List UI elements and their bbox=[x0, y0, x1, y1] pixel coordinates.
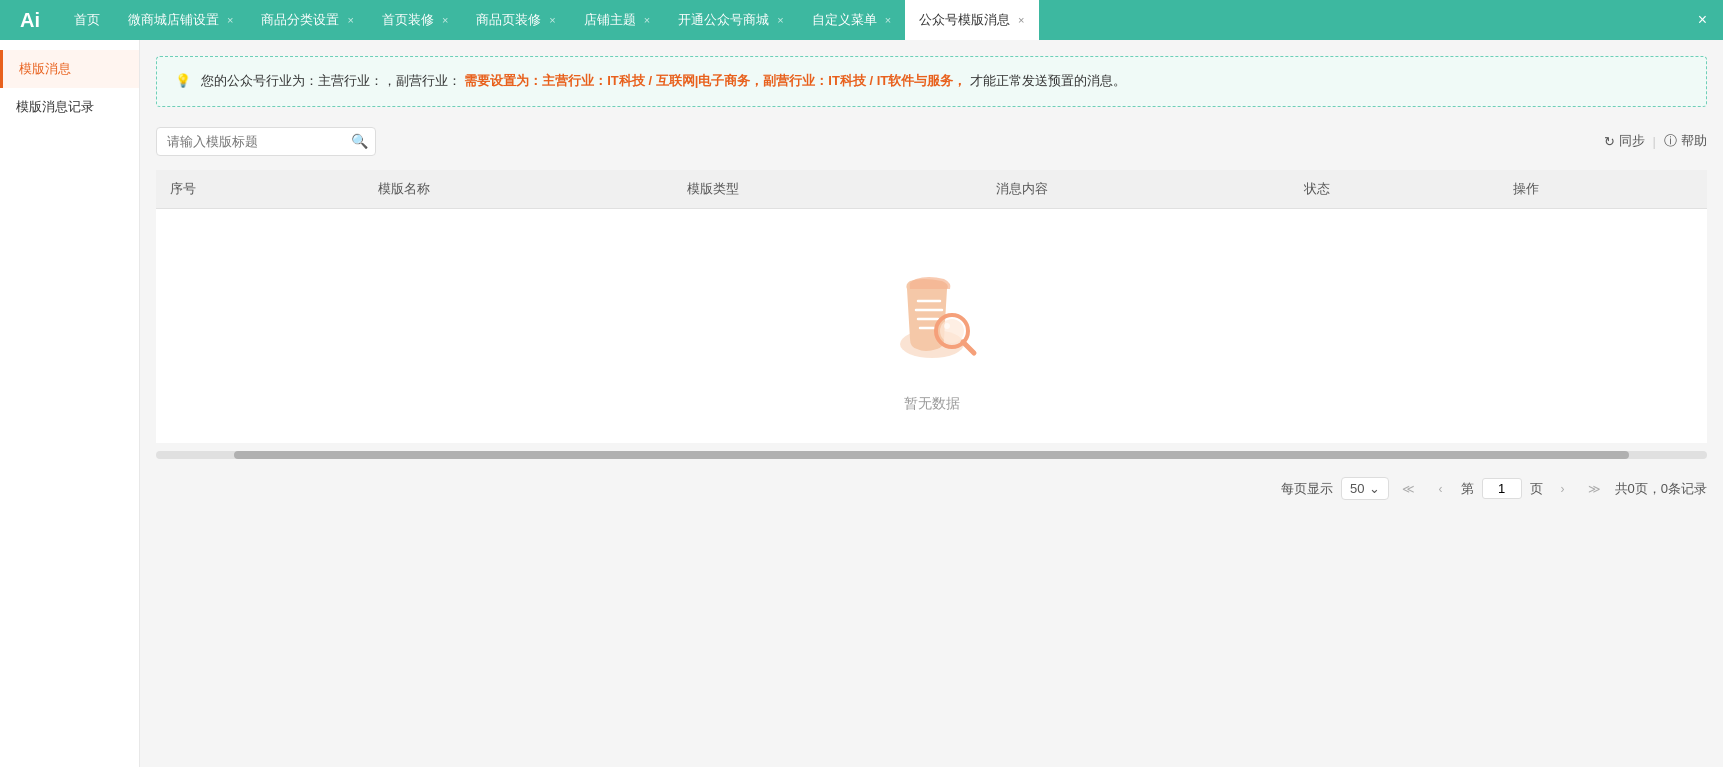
horizontal-scrollbar[interactable] bbox=[156, 451, 1707, 459]
tab-home[interactable]: 首页 bbox=[60, 0, 114, 40]
tab-bar: 首页微商城店铺设置×商品分类设置×首页装修×商品页装修×店铺主题×开通公众号商城… bbox=[60, 0, 1682, 40]
empty-state: 暂无数据 bbox=[156, 209, 1707, 443]
svg-point-6 bbox=[940, 319, 964, 343]
page-size-label: 每页显示 bbox=[1281, 480, 1333, 498]
divider: | bbox=[1653, 134, 1656, 149]
tab-close-shop-theme[interactable]: × bbox=[644, 14, 650, 26]
content-area: 💡 您的公众号行业为：主营行业：，副营行业： 需要设置为：主营行业：IT科技 /… bbox=[140, 40, 1723, 767]
tab-close-template-msg[interactable]: × bbox=[1018, 14, 1024, 26]
logo: Ai bbox=[0, 0, 60, 40]
col-header-seq: 序号 bbox=[156, 170, 364, 209]
sidebar-item-template-msg-record[interactable]: 模版消息记录 bbox=[0, 88, 139, 126]
prev-page-button[interactable]: ‹ bbox=[1429, 477, 1453, 501]
tab-close-open-mall[interactable]: × bbox=[777, 14, 783, 26]
scrollbar-thumb[interactable] bbox=[234, 451, 1630, 459]
main-layout: 模版消息模版消息记录 💡 您的公众号行业为：主营行业：，副营行业： 需要设置为：… bbox=[0, 40, 1723, 767]
empty-illustration bbox=[872, 259, 992, 379]
tab-category-setting[interactable]: 商品分类设置× bbox=[247, 0, 367, 40]
logo-text: Ai bbox=[20, 9, 40, 32]
help-label: 帮助 bbox=[1681, 132, 1707, 150]
page-number-input[interactable] bbox=[1482, 478, 1522, 499]
search-bar: 🔍 ↻ 同步 | ⓘ 帮助 bbox=[156, 127, 1707, 156]
top-nav: Ai 首页微商城店铺设置×商品分类设置×首页装修×商品页装修×店铺主题×开通公众… bbox=[0, 0, 1723, 40]
table-body: 暂无数据 bbox=[156, 208, 1707, 443]
page-suffix: 页 bbox=[1530, 480, 1543, 498]
col-header-type: 模版类型 bbox=[673, 170, 982, 209]
tab-open-mall[interactable]: 开通公众号商城× bbox=[664, 0, 797, 40]
sync-icon: ↻ bbox=[1604, 134, 1615, 149]
sidebar-item-template-msg[interactable]: 模版消息 bbox=[0, 50, 139, 88]
scrollbar-track bbox=[156, 451, 1707, 459]
pagination: 每页显示 50 ⌄ ≪ ‹ 第 页 › ≫ 共0页，0条记录 bbox=[156, 467, 1707, 505]
tab-close-product-decor[interactable]: × bbox=[549, 14, 555, 26]
help-icon: ⓘ bbox=[1664, 132, 1677, 150]
tab-close-category-setting[interactable]: × bbox=[347, 14, 353, 26]
help-button[interactable]: ⓘ 帮助 bbox=[1664, 132, 1707, 150]
notice-prefix: 您的公众号行业为：主营行业：，副营行业： bbox=[201, 73, 461, 88]
page-size-value: 50 bbox=[1350, 481, 1364, 496]
search-input-wrap: 🔍 bbox=[156, 127, 376, 156]
search-input[interactable] bbox=[156, 127, 376, 156]
bulb-icon: 💡 bbox=[175, 73, 191, 88]
svg-point-8 bbox=[944, 323, 950, 329]
col-header-status: 状态 bbox=[1290, 170, 1498, 209]
data-table: 序号模版名称模版类型消息内容状态操作 bbox=[156, 170, 1707, 443]
tab-close-custom-menu[interactable]: × bbox=[885, 14, 891, 26]
tab-close-home-decor[interactable]: × bbox=[442, 14, 448, 26]
col-header-name: 模版名称 bbox=[364, 170, 673, 209]
empty-row: 暂无数据 bbox=[156, 208, 1707, 443]
tab-shop-setting[interactable]: 微商城店铺设置× bbox=[114, 0, 247, 40]
tab-shop-theme[interactable]: 店铺主题× bbox=[570, 0, 664, 40]
sidebar: 模版消息模版消息记录 bbox=[0, 40, 140, 767]
tab-home-decor[interactable]: 首页装修× bbox=[368, 0, 462, 40]
tab-product-decor[interactable]: 商品页装修× bbox=[462, 0, 569, 40]
col-header-action: 操作 bbox=[1499, 170, 1707, 209]
tab-custom-menu[interactable]: 自定义菜单× bbox=[798, 0, 905, 40]
search-icon[interactable]: 🔍 bbox=[351, 133, 368, 149]
search-bar-left: 🔍 bbox=[156, 127, 376, 156]
next-page-button[interactable]: › bbox=[1551, 477, 1575, 501]
first-page-button[interactable]: ≪ bbox=[1397, 477, 1421, 501]
col-header-content: 消息内容 bbox=[982, 170, 1291, 209]
last-page-button[interactable]: ≫ bbox=[1583, 477, 1607, 501]
notice-highlight: 需要设置为：主营行业：IT科技 / 互联网|电子商务，副营行业：IT科技 / I… bbox=[464, 73, 966, 88]
svg-line-7 bbox=[963, 342, 974, 353]
notice-box: 💡 您的公众号行业为：主营行业：，副营行业： 需要设置为：主营行业：IT科技 /… bbox=[156, 56, 1707, 107]
empty-text: 暂无数据 bbox=[904, 395, 960, 413]
page-label: 第 bbox=[1461, 480, 1474, 498]
notice-suffix: 才能正常发送预置的消息。 bbox=[970, 73, 1126, 88]
table-header-row: 序号模版名称模版类型消息内容状态操作 bbox=[156, 170, 1707, 209]
global-close-button[interactable]: × bbox=[1682, 0, 1723, 40]
page-size-select[interactable]: 50 ⌄ bbox=[1341, 477, 1388, 500]
page-size-chevron-icon: ⌄ bbox=[1369, 481, 1380, 496]
tab-close-shop-setting[interactable]: × bbox=[227, 14, 233, 26]
total-info: 共0页，0条记录 bbox=[1615, 480, 1707, 498]
sync-label: 同步 bbox=[1619, 132, 1645, 150]
tab-template-msg[interactable]: 公众号模版消息× bbox=[905, 0, 1038, 40]
sync-button[interactable]: ↻ 同步 bbox=[1604, 132, 1645, 150]
search-bar-right: ↻ 同步 | ⓘ 帮助 bbox=[1604, 132, 1707, 150]
table-header: 序号模版名称模版类型消息内容状态操作 bbox=[156, 170, 1707, 209]
